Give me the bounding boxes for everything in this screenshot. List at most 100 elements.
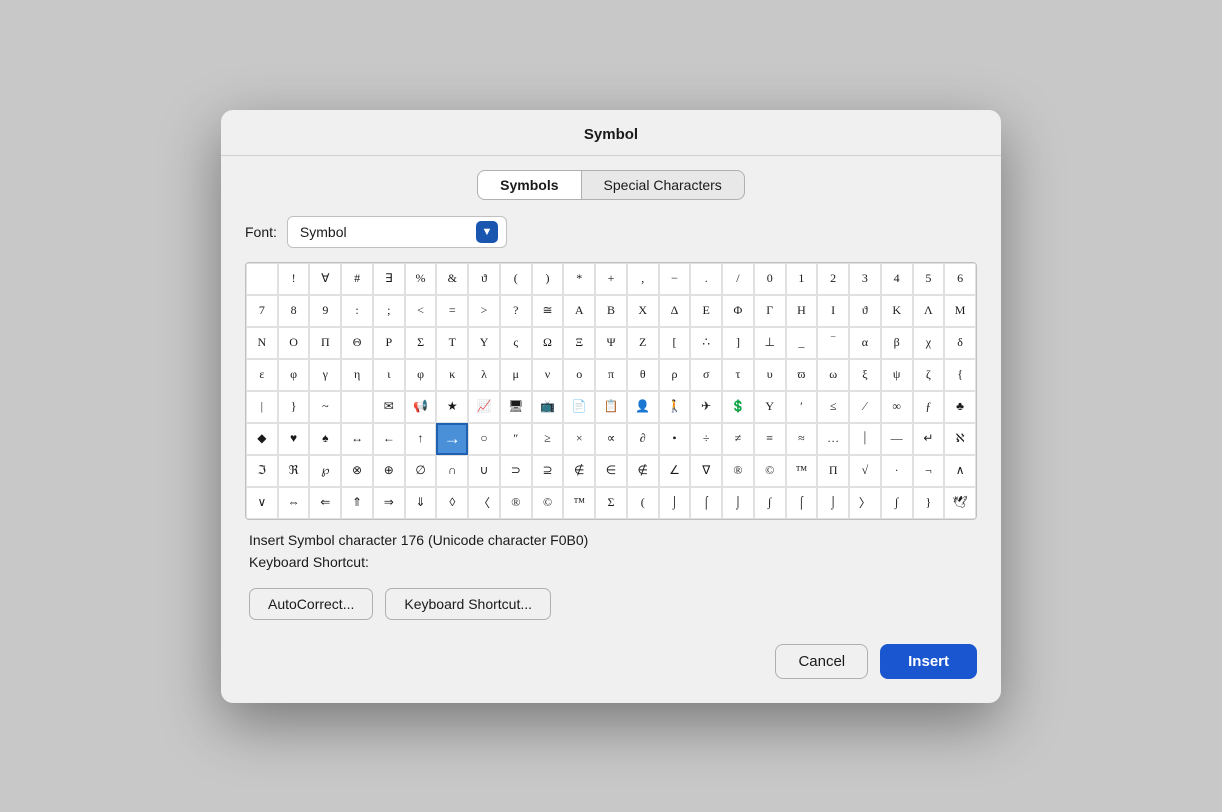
insert-button[interactable]: Insert bbox=[880, 644, 977, 679]
symbol-cell[interactable]: Τ bbox=[436, 327, 468, 359]
symbol-cell[interactable]: 💲 bbox=[722, 391, 754, 423]
symbol-cell[interactable]: Σ bbox=[595, 487, 627, 519]
symbol-cell[interactable]: ∕ bbox=[849, 391, 881, 423]
symbol-cell[interactable]: 5 bbox=[913, 263, 945, 295]
symbol-cell[interactable]: ∧ bbox=[944, 455, 976, 487]
symbol-cell[interactable]: ϑ bbox=[468, 263, 500, 295]
symbol-cell[interactable]: 7 bbox=[246, 295, 278, 327]
symbol-cell[interactable]: Σ bbox=[405, 327, 437, 359]
symbol-cell[interactable]: & bbox=[436, 263, 468, 295]
symbol-cell[interactable]: © bbox=[754, 455, 786, 487]
symbol-cell[interactable]: Ο bbox=[278, 327, 310, 359]
symbol-cell[interactable]: ∫ bbox=[754, 487, 786, 519]
symbol-cell[interactable]: μ bbox=[500, 359, 532, 391]
symbol-cell[interactable]: ÷ bbox=[690, 423, 722, 455]
symbol-cell[interactable]: ! bbox=[278, 263, 310, 295]
symbol-cell[interactable]: φ bbox=[405, 359, 437, 391]
symbol-cell[interactable]: 〉 bbox=[849, 487, 881, 519]
symbol-cell[interactable]: ( bbox=[627, 487, 659, 519]
symbol-cell[interactable]: ν bbox=[532, 359, 564, 391]
symbol-cell[interactable]: 6 bbox=[944, 263, 976, 295]
symbol-cell[interactable]: ⊕ bbox=[373, 455, 405, 487]
symbol-cell[interactable]: 0 bbox=[754, 263, 786, 295]
symbol-cell[interactable]: ∈ bbox=[595, 455, 627, 487]
symbol-cell[interactable]: θ bbox=[627, 359, 659, 391]
symbol-cell[interactable]: ζ bbox=[913, 359, 945, 391]
symbol-cell[interactable]: ] bbox=[722, 327, 754, 359]
symbol-cell[interactable]: < bbox=[405, 295, 437, 327]
symbol-cell[interactable]: + bbox=[595, 263, 627, 295]
symbol-cell[interactable]: ✉ bbox=[373, 391, 405, 423]
symbol-cell[interactable]: > bbox=[468, 295, 500, 327]
symbol-cell[interactable]: _ bbox=[786, 327, 818, 359]
symbol-cell[interactable]: ω bbox=[817, 359, 849, 391]
symbol-cell[interactable]: ∪ bbox=[468, 455, 500, 487]
symbol-cell[interactable]: Ι bbox=[817, 295, 849, 327]
symbol-cell[interactable]: ∀ bbox=[309, 263, 341, 295]
symbol-cell[interactable]: ♣ bbox=[944, 391, 976, 423]
symbol-cell[interactable]: ⌡ bbox=[722, 487, 754, 519]
symbol-cell[interactable]: ◆ bbox=[246, 423, 278, 455]
symbol-cell[interactable]: ⏐ bbox=[849, 423, 881, 455]
symbol-cell[interactable]: Γ bbox=[754, 295, 786, 327]
symbol-cell[interactable]: . bbox=[690, 263, 722, 295]
symbol-cell[interactable]: ⇒ bbox=[373, 487, 405, 519]
symbol-cell[interactable]: … bbox=[817, 423, 849, 455]
symbol-cell[interactable]: ™ bbox=[786, 455, 818, 487]
symbol-cell[interactable]: Η bbox=[786, 295, 818, 327]
symbol-cell[interactable]: % bbox=[405, 263, 437, 295]
symbol-cell[interactable]: ⌡ bbox=[659, 487, 691, 519]
symbol-cell[interactable]: Π bbox=[817, 455, 849, 487]
symbol-cell[interactable]: 🖥 bbox=[500, 391, 532, 423]
symbol-cell[interactable]: Δ bbox=[659, 295, 691, 327]
symbol-cell[interactable]: ⇐ bbox=[309, 487, 341, 519]
symbol-cell[interactable]: Υ bbox=[468, 327, 500, 359]
symbol-cell[interactable]: ⌠ bbox=[690, 487, 722, 519]
symbol-cell[interactable]: ψ bbox=[881, 359, 913, 391]
symbol-cell[interactable]: ↑ bbox=[405, 423, 437, 455]
symbol-cell[interactable]: ∫ bbox=[881, 487, 913, 519]
symbol-cell[interactable]: 1 bbox=[786, 263, 818, 295]
symbol-cell[interactable]: Ω bbox=[532, 327, 564, 359]
symbol-cell[interactable]: ○ bbox=[468, 423, 500, 455]
symbol-cell[interactable]: ∂ bbox=[627, 423, 659, 455]
symbol-cell[interactable]: 4 bbox=[881, 263, 913, 295]
symbol-cell[interactable]: ♠ bbox=[309, 423, 341, 455]
symbol-cell[interactable]: ∠ bbox=[659, 455, 691, 487]
symbol-cell[interactable]: { bbox=[944, 359, 976, 391]
symbol-cell[interactable]: ‾ bbox=[817, 327, 849, 359]
symbol-cell[interactable]: π bbox=[595, 359, 627, 391]
symbol-cell[interactable]: : bbox=[341, 295, 373, 327]
symbol-cell[interactable]: 📋 bbox=[595, 391, 627, 423]
symbol-cell[interactable]: © bbox=[532, 487, 564, 519]
symbol-cell[interactable]: ™ bbox=[563, 487, 595, 519]
symbol-cell[interactable]: ≠ bbox=[722, 423, 754, 455]
symbol-cell[interactable]: ; bbox=[373, 295, 405, 327]
symbol-cell[interactable]: ⌠ bbox=[786, 487, 818, 519]
symbol-cell[interactable]: [ bbox=[659, 327, 691, 359]
symbol-cell[interactable]: ≥ bbox=[532, 423, 564, 455]
symbol-cell[interactable]: ∃ bbox=[373, 263, 405, 295]
symbol-cell[interactable]: — bbox=[881, 423, 913, 455]
symbol-cell[interactable]: ≤ bbox=[817, 391, 849, 423]
symbol-cell[interactable]: ′ bbox=[786, 391, 818, 423]
symbol-cell[interactable]: ∝ bbox=[595, 423, 627, 455]
symbol-cell[interactable]: ϑ bbox=[849, 295, 881, 327]
symbol-cell[interactable]: Χ bbox=[627, 295, 659, 327]
symbol-cell[interactable]: 〈 bbox=[468, 487, 500, 519]
symbol-cell[interactable]: = bbox=[436, 295, 468, 327]
symbol-cell[interactable] bbox=[246, 263, 278, 295]
symbol-cell[interactable]: · bbox=[881, 455, 913, 487]
symbol-cell[interactable]: 3 bbox=[849, 263, 881, 295]
symbol-cell[interactable]: ε bbox=[246, 359, 278, 391]
symbol-cell[interactable]: Ξ bbox=[563, 327, 595, 359]
symbol-cell[interactable]: ∉ bbox=[627, 455, 659, 487]
symbol-cell[interactable]: 9 bbox=[309, 295, 341, 327]
symbol-cell[interactable]: ♥ bbox=[278, 423, 310, 455]
autocorrect-button[interactable]: AutoCorrect... bbox=[249, 588, 373, 620]
symbol-cell[interactable]: ← bbox=[373, 423, 405, 455]
symbol-cell[interactable]: ∨ bbox=[246, 487, 278, 519]
symbol-cell[interactable]: 🕊 bbox=[944, 487, 976, 519]
symbol-cell[interactable]: ∞ bbox=[881, 391, 913, 423]
symbol-cell[interactable]: σ bbox=[690, 359, 722, 391]
